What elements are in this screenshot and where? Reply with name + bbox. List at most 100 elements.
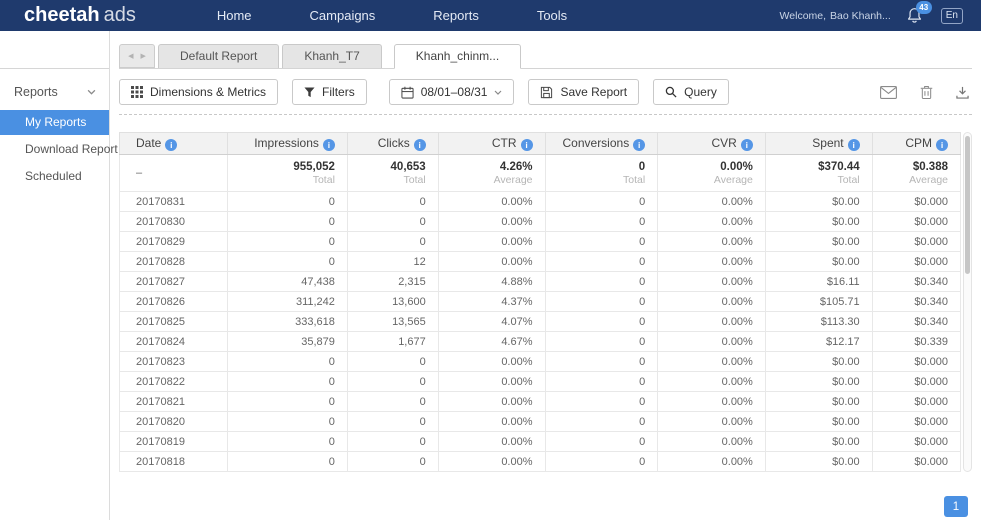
value-cell: 0 [346,371,439,392]
notification-badge: 43 [915,1,932,14]
value-cell: 4.88% [437,271,546,292]
value-cell: $0.00 [764,251,873,272]
tab-khanh-chinm[interactable]: Khanh_chinm... [393,44,522,69]
value-cell: 0.00% [657,311,766,332]
table-row: 20170820 0 0 0.00% 0 0.00% $0.00 $0.000 [118,411,962,432]
summary-cell: 40,653 Total [346,154,439,192]
pagination-page-1-button[interactable]: 1 [944,496,968,517]
info-icon[interactable]: i [740,139,753,151]
nav-item-campaigns[interactable]: Campaigns [281,0,405,31]
value-cell: 0.00% [437,451,546,472]
dimensions-metrics-button[interactable]: Dimensions & Metrics [119,79,279,105]
sidebar-spacer [0,31,109,69]
table-header-row: Date i Impressions i Clicks i CTR i Conversions i… [118,132,962,155]
value-cell: 0 [544,291,659,312]
date-range-button[interactable]: 08/01–08/31 [388,79,515,105]
save-report-button[interactable]: Save Report [528,79,640,105]
column-label: Clicks [377,136,410,150]
value-cell: $12.17 [764,331,873,352]
info-icon[interactable]: i [520,139,533,151]
summary-value: $0.388 [912,160,948,173]
sidebar-section-reports[interactable]: Reports [0,69,109,110]
tab-scroll-left-icon[interactable]: ◀ [128,52,133,60]
value-cell: $0.000 [871,351,962,372]
nav-item-home[interactable]: Home [188,0,281,31]
value-cell: 0 [346,351,439,372]
username: Bao Khanh... [830,9,891,22]
summary-aggregate-label: Total [312,173,335,186]
download-report-button[interactable] [956,86,969,99]
date-cell: 20170819 [118,431,229,452]
table-row: 20170830 0 0 0.00% 0 0.00% $0.00 $0.000 [118,211,962,232]
value-cell: 0 [544,211,659,232]
date-cell: 20170827 [118,271,229,292]
value-cell: 0.00% [657,291,766,312]
info-icon[interactable]: i [936,139,948,151]
notifications-button[interactable]: 43 [906,1,932,24]
grid-icon [131,86,143,98]
language-selector[interactable]: En [940,7,963,24]
table-row: 20170827 47,438 2,315 4.88% 0 0.00% $16.11 $0.3… [118,271,962,292]
nav-item-tools[interactable]: Tools [508,0,596,31]
value-cell: 0.00% [657,351,766,372]
column-header-clicks: Clicks i [346,132,439,155]
info-icon[interactable]: i [165,139,178,151]
filters-button[interactable]: Filters [292,79,367,105]
sidebar-items: My Reports Download Report Scheduled [0,110,118,189]
value-cell: 0 [544,451,659,472]
value-cell: 0 [346,191,439,212]
table-row: 20170819 0 0 0.00% 0 0.00% $0.00 $0.000 [118,431,962,452]
value-cell: 0 [227,391,348,412]
value-cell: 0 [544,251,659,272]
brand-logo[interactable]: cheetah ads [24,4,136,27]
content-area: ◀ ▶ Default Report Khanh_T7 Khanh_chinm...… [110,31,981,520]
info-icon[interactable]: i [322,139,335,151]
value-cell: 13,565 [346,311,439,332]
nav-item-reports[interactable]: Reports [404,0,508,31]
summary-value: 0 [638,160,646,173]
tab-default-report[interactable]: Default Report [158,44,280,68]
trash-icon [920,86,933,99]
info-icon[interactable]: i [413,139,426,151]
value-cell: 0 [227,191,348,212]
column-label: CTR [491,136,517,150]
info-icon[interactable]: i [633,139,646,151]
user-menu[interactable]: Welcome, Bao Khanh... [780,10,891,22]
tab-scroll-arrows: ◀ ▶ [119,44,155,68]
navbar-right: Welcome, Bao Khanh... 43 En [780,1,963,24]
value-cell: $0.000 [871,191,962,212]
sidebar-item-download-report[interactable]: Download Report [0,137,118,162]
sidebar-item-my-reports[interactable]: My Reports [0,110,109,135]
query-label: Query [684,85,717,99]
toolbar: Dimensions & Metrics Filters 08/01–08/31… [119,69,972,114]
column-label: CVR [711,136,737,150]
delete-report-button[interactable] [920,85,933,99]
column-header-date: Date i [118,132,229,155]
column-label: Conversions [562,136,630,150]
date-cell: 20170828 [118,251,229,272]
value-cell: 0 [544,371,659,392]
filters-label: Filters [322,85,355,99]
tab-khanh-t7[interactable]: Khanh_T7 [282,44,382,68]
column-header-cpm: CPM i [871,132,962,155]
value-cell: 0.00% [657,371,766,392]
query-button[interactable]: Query [653,79,729,105]
info-icon[interactable]: i [847,139,860,151]
date-cell: 20170822 [118,371,229,392]
date-cell: 20170831 [118,191,229,212]
value-cell: 0.00% [657,211,766,232]
scrollbar-thumb[interactable] [965,136,970,274]
tab-scroll-right-icon[interactable]: ▶ [141,52,146,60]
value-cell: 0.00% [657,331,766,352]
value-cell: $0.000 [871,231,962,252]
value-cell: 0 [346,431,439,452]
value-cell: $16.11 [764,271,873,292]
summary-value: $370.44 [818,160,860,173]
sidebar-item-scheduled[interactable]: Scheduled [0,164,109,189]
value-cell: 0 [544,271,659,292]
table-scrollbar[interactable] [963,132,972,472]
date-cell: 20170826 [118,291,229,312]
email-report-button[interactable] [880,85,897,99]
value-cell: 0 [544,431,659,452]
value-cell: 47,438 [227,271,348,292]
